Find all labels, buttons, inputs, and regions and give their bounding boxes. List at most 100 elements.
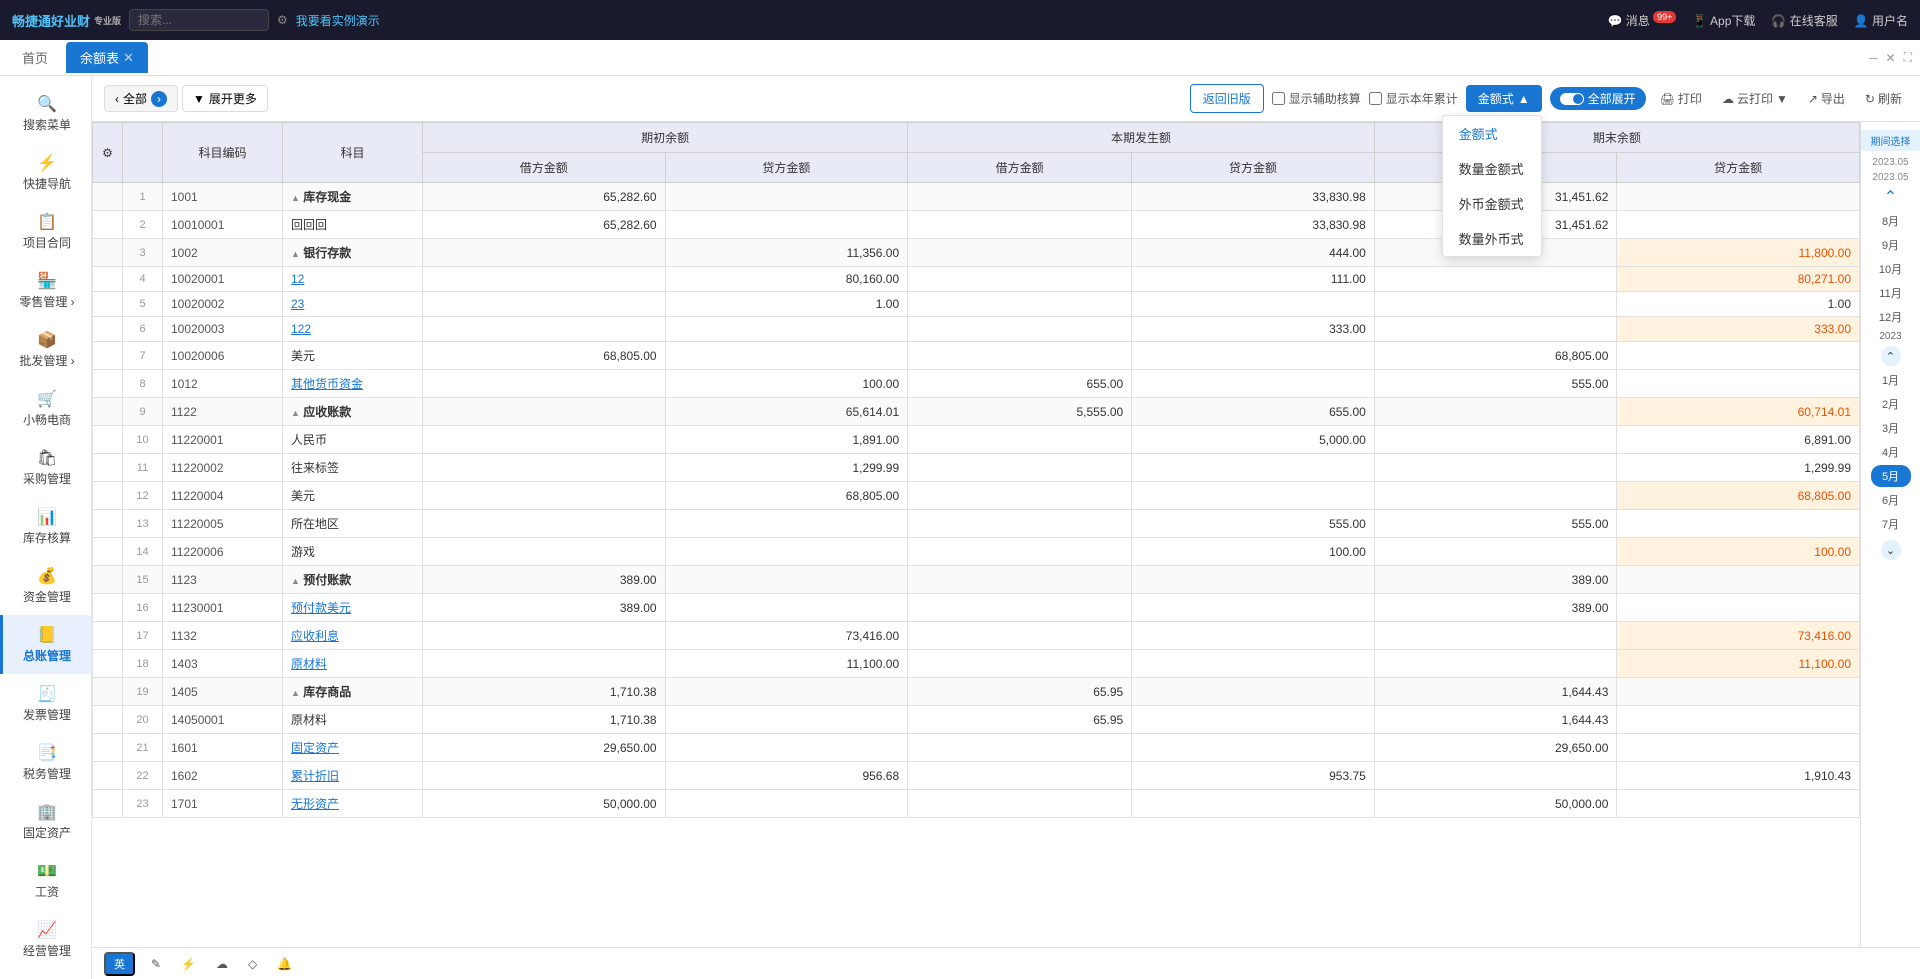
sidebar-item-expense[interactable]: 📝 小畅报销 (0, 969, 91, 979)
account-link[interactable]: 23 (291, 297, 304, 311)
date-month-12[interactable]: 12月 (1871, 306, 1911, 328)
sidebar-item-purchase[interactable]: 🛍 采购管理 (0, 438, 91, 497)
sidebar-item-tax[interactable]: 📑 税务管理 (0, 733, 91, 792)
account-link[interactable]: 无形资产 (291, 797, 339, 811)
date-month-10[interactable]: 10月 (1871, 258, 1911, 280)
window-expand-icon[interactable]: ⛶ (1904, 50, 1912, 65)
account-link[interactable]: 应收利息 (291, 629, 339, 643)
sidebar-item-inventory[interactable]: 📊 库存核算 (0, 497, 91, 556)
sidebar-item-invoice[interactable]: 🧾 发票管理 (0, 674, 91, 733)
amount-cell (423, 622, 666, 650)
date-month-5[interactable]: 5月 (1871, 465, 1911, 487)
collapse-icon[interactable]: ▲ (291, 576, 300, 586)
sidebar-item-salary[interactable]: 💵 工资 (0, 851, 91, 910)
return-old-btn[interactable]: 返回旧版 (1190, 84, 1264, 113)
date-month-1[interactable]: 1月 (1871, 369, 1911, 391)
amount-cell: 333.00 (1132, 317, 1375, 342)
format-option-qty-foreign[interactable]: 数量外币式 (1443, 221, 1541, 256)
amount-cell: 29,650.00 (423, 734, 666, 762)
amount-cell: 68,805.00 (423, 342, 666, 370)
sidebar-item-ledger[interactable]: 📒 总账管理 (0, 615, 91, 674)
date-month-8[interactable]: 8月 (1871, 210, 1911, 232)
window-close-icon[interactable]: ✕ (1886, 51, 1896, 65)
sidebar-quicknav-label: 快捷导航 (23, 177, 71, 191)
expand-more-btn[interactable]: ▼ 展开更多 (182, 85, 268, 112)
table-row: 171132应收利息73,416.0073,416.00 (93, 622, 1860, 650)
date-nav-up[interactable]: ⌃ (1882, 185, 1899, 209)
collapse-icon[interactable]: ▲ (291, 193, 300, 203)
expand-all-toggle[interactable]: 全部展开 (1550, 87, 1646, 110)
toolbar-right: 返回旧版 显示辅助核算 显示本年累计 金额式 ▲ (1190, 84, 1908, 113)
export-btn[interactable]: ↗ 导出 (1802, 86, 1851, 111)
sidebar-item-funds[interactable]: 💰 资金管理 (0, 556, 91, 615)
message-btn[interactable]: 💬 消息 99+ (1608, 12, 1677, 29)
window-minimize-icon[interactable]: ─ (1869, 51, 1878, 65)
bell-icon[interactable]: 🔔 (273, 955, 296, 973)
sidebar-item-management[interactable]: 📈 经营管理 (0, 910, 91, 969)
format-option-amount[interactable]: 金额式 (1443, 116, 1541, 151)
settings-icon[interactable]: ⚙ (277, 13, 288, 27)
demo-link[interactable]: 我要看实例演示 (296, 12, 380, 29)
account-name: 23 (283, 292, 423, 317)
date-month-9[interactable]: 9月 (1871, 234, 1911, 256)
date-expand-future[interactable]: ⌄ (1881, 540, 1901, 560)
sidebar-item-ecommerce[interactable]: 🛒 小畅电商 (0, 379, 91, 438)
show-auxiliary-checkbox[interactable]: 显示辅助核算 (1272, 90, 1361, 107)
collapse-icon[interactable]: ▲ (291, 408, 300, 418)
date-panel-title[interactable]: 期间选择 (1861, 130, 1920, 151)
row-settings (93, 510, 123, 538)
app-download-btn[interactable]: 📱 App下载 (1692, 12, 1755, 29)
format-btn[interactable]: 金额式 ▲ (1466, 85, 1542, 112)
collapse-icon[interactable]: ▲ (291, 249, 300, 259)
cloud-save-icon[interactable]: ☁ (212, 955, 232, 973)
edit-icon[interactable]: ✎ (147, 955, 165, 973)
tab-balance[interactable]: 余额表 ✕ (66, 42, 148, 73)
account-link[interactable]: 其他货币资金 (291, 377, 363, 391)
collapse-icon[interactable]: ▲ (291, 688, 300, 698)
sidebar-item-retail[interactable]: 🏪 零售管理 › (0, 261, 91, 320)
date-month-2[interactable]: 2月 (1871, 393, 1911, 415)
online-service-btn[interactable]: 🎧 在线客服 (1771, 12, 1837, 29)
th-settings[interactable]: ⚙ (93, 123, 123, 183)
date-month-4[interactable]: 4月 (1871, 441, 1911, 463)
tab-home[interactable]: 首页 (8, 42, 62, 73)
account-link[interactable]: 固定资产 (291, 741, 339, 755)
show-auxiliary-input[interactable] (1272, 92, 1285, 105)
account-name: 原材料 (283, 706, 423, 734)
tab-close-icon[interactable]: ✕ (123, 50, 134, 66)
date-month-11[interactable]: 11月 (1871, 282, 1911, 304)
diamond-icon[interactable]: ◇ (244, 955, 261, 973)
row-number: 17 (123, 622, 163, 650)
date-month-7[interactable]: 7月 (1871, 513, 1911, 535)
sidebar-item-wholesale[interactable]: 📦 批发管理 › (0, 320, 91, 379)
show-yearly-checkbox[interactable]: 显示本年累计 (1369, 90, 1458, 107)
account-link[interactable]: 12 (291, 272, 304, 286)
cloud-print-btn[interactable]: ☁ 云打印 ▼ (1716, 86, 1794, 111)
date-month-6[interactable]: 6月 (1871, 489, 1911, 511)
account-link[interactable]: 累计折旧 (291, 769, 339, 783)
row-settings (93, 650, 123, 678)
account-link[interactable]: 预付款美元 (291, 601, 351, 615)
lightning-icon[interactable]: ⚡ (177, 955, 200, 973)
sidebar-item-search[interactable]: 🔍 搜索菜单 (0, 84, 91, 143)
lang-btn[interactable]: 英 (104, 952, 135, 976)
breadcrumb-btn[interactable]: ‹ 全部 › (104, 85, 178, 112)
sidebar-item-quicknav[interactable]: ⚡ 快捷导航 (0, 143, 91, 202)
sidebar-item-contract[interactable]: 📋 项目合同 (0, 202, 91, 261)
refresh-btn[interactable]: ↻ 刷新 (1859, 86, 1908, 111)
amount-cell: 73,416.00 (1617, 622, 1860, 650)
print-btn[interactable]: 🖨 打印 (1654, 86, 1708, 111)
date-month-3[interactable]: 3月 (1871, 417, 1911, 439)
show-yearly-input[interactable] (1369, 92, 1382, 105)
sidebar-item-assets[interactable]: 🏢 固定资产 (0, 792, 91, 851)
format-option-qty-amount[interactable]: 数量金额式 (1443, 151, 1541, 186)
top-search-input[interactable] (129, 9, 269, 31)
amount-cell (908, 762, 1132, 790)
user-avatar[interactable]: 👤 用户名 (1854, 12, 1908, 29)
date-collapse-2023[interactable]: ⌃ (1881, 346, 1901, 366)
table-row: 231701无形资产50,000.0050,000.00 (93, 790, 1860, 818)
account-link[interactable]: 原材料 (291, 657, 327, 671)
row-settings (93, 734, 123, 762)
format-option-foreign-amount[interactable]: 外币金额式 (1443, 186, 1541, 221)
account-link[interactable]: 122 (291, 322, 311, 336)
